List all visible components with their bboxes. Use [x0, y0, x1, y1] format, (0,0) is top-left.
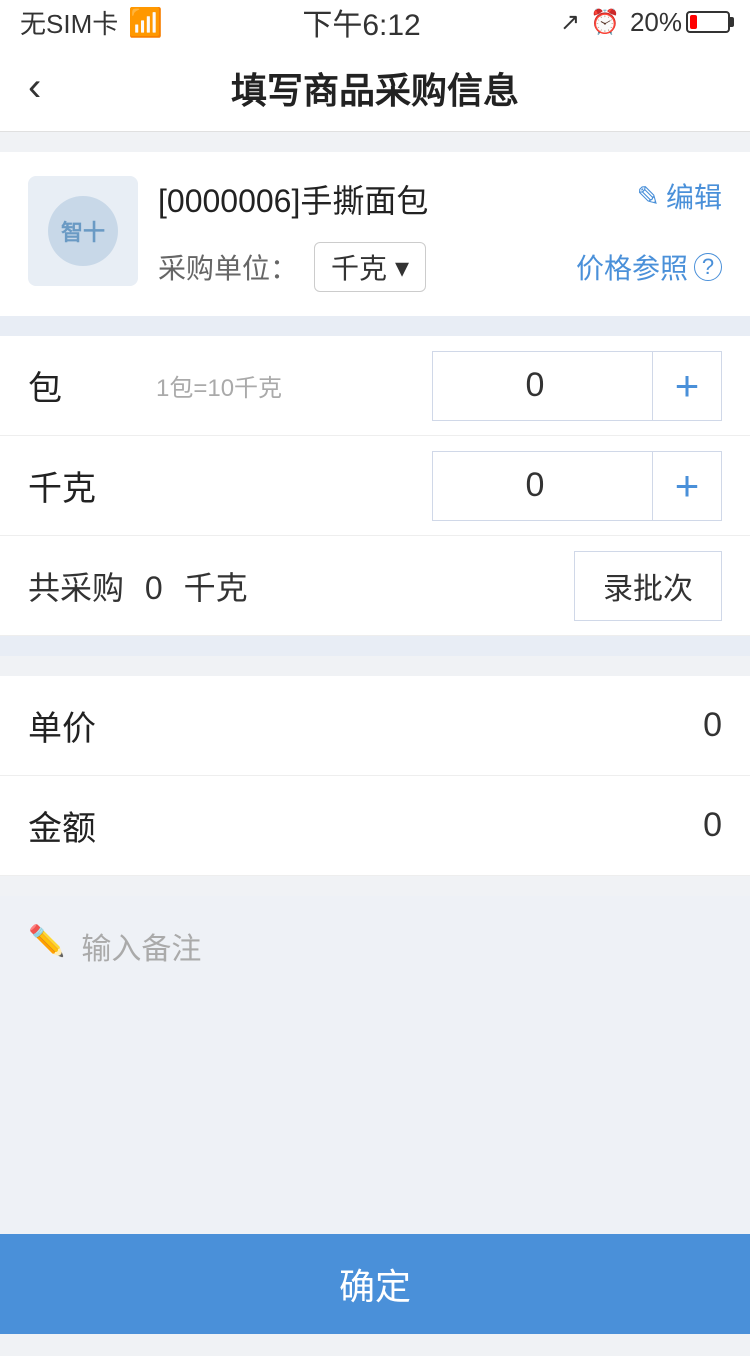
kg-input-right: +	[432, 451, 722, 521]
carrier-text: 无SIM卡	[20, 4, 118, 41]
bao-input-right: +	[432, 351, 722, 421]
nav-header: ‹ 填写商品采购信息	[0, 44, 750, 132]
bao-quantity-input[interactable]	[432, 351, 652, 421]
page-title: 填写商品采购信息	[231, 62, 519, 114]
status-bar: 无SIM卡 📶 下午6:12 ↗ ⏰ 20%	[0, 0, 750, 44]
pencil-icon: ✏️	[28, 924, 65, 959]
kg-quantity-input[interactable]	[432, 451, 652, 521]
confirm-button[interactable]: 确定	[0, 1234, 750, 1334]
remark-section[interactable]: ✏️ 输入备注	[0, 896, 750, 1256]
unit-label: 采购单位：	[158, 247, 298, 287]
total-label: 共采购 0 千克	[28, 563, 574, 609]
total-text-prefix: 共采购	[28, 570, 124, 606]
kg-plus-button[interactable]: +	[652, 451, 722, 521]
back-button[interactable]: ‹	[28, 65, 41, 110]
bao-input-row: 包 1包=10千克 +	[0, 336, 750, 436]
price-ref-button[interactable]: 价格参照 ?	[576, 247, 722, 287]
product-logo: 智十	[48, 196, 118, 266]
battery-bar	[686, 11, 730, 33]
price-section: 单价 0 金额 0	[0, 676, 750, 876]
amount-label: 金额	[28, 801, 96, 850]
amount-value: 0	[703, 806, 722, 845]
status-time: 下午6:12	[302, 0, 420, 44]
bao-plus-button[interactable]: +	[652, 351, 722, 421]
unit-select-dropdown[interactable]: 千克 ▾	[314, 242, 426, 292]
total-unit: 千克	[184, 570, 248, 606]
battery-fill	[690, 15, 697, 29]
product-unit-row: 采购单位： 千克 ▾ 价格参照 ?	[158, 242, 722, 292]
section-divider-2	[0, 636, 750, 656]
kg-input-row: 千克 +	[0, 436, 750, 536]
bao-sublabel: 1包=10千克	[156, 368, 282, 403]
status-left: 无SIM卡 📶	[20, 4, 163, 41]
unit-price-row: 单价 0	[0, 676, 750, 776]
edit-icon: ✎	[637, 180, 660, 213]
price-ref-label: 价格参照	[576, 247, 688, 287]
total-value: 0	[145, 570, 163, 606]
section-divider-1	[0, 316, 750, 336]
edit-label: 编辑	[666, 176, 722, 216]
edit-button[interactable]: ✎ 编辑	[637, 176, 722, 216]
total-row: 共采购 0 千克 录批次	[0, 536, 750, 636]
bao-label: 包	[28, 361, 148, 410]
remark-placeholder: 输入备注	[81, 924, 201, 968]
wifi-icon: 📶	[128, 6, 163, 39]
dropdown-arrow-icon: ▾	[395, 251, 409, 284]
input-section: 包 1包=10千克 + 千克 +	[0, 336, 750, 536]
product-thumbnail: 智十	[28, 176, 138, 286]
battery-indicator: 20%	[630, 7, 730, 38]
status-right: ↗ ⏰ 20%	[560, 7, 730, 38]
kg-label: 千克	[28, 461, 148, 510]
location-icon: ↗	[560, 8, 580, 37]
unit-price-label: 单价	[28, 701, 96, 750]
unit-select-value: 千克	[331, 247, 387, 287]
logo-text: 智十	[61, 215, 105, 247]
unit-price-value: 0	[703, 706, 722, 745]
product-card: 智十 [0000006]手撕面包 采购单位： 千克 ▾ 价格参照 ? ✎ 编辑	[0, 152, 750, 316]
amount-row: 金额 0	[0, 776, 750, 876]
alarm-icon: ⏰	[590, 8, 620, 37]
info-icon: ?	[694, 253, 722, 281]
record-batch-button[interactable]: 录批次	[574, 551, 722, 621]
battery-percent: 20%	[630, 7, 682, 38]
